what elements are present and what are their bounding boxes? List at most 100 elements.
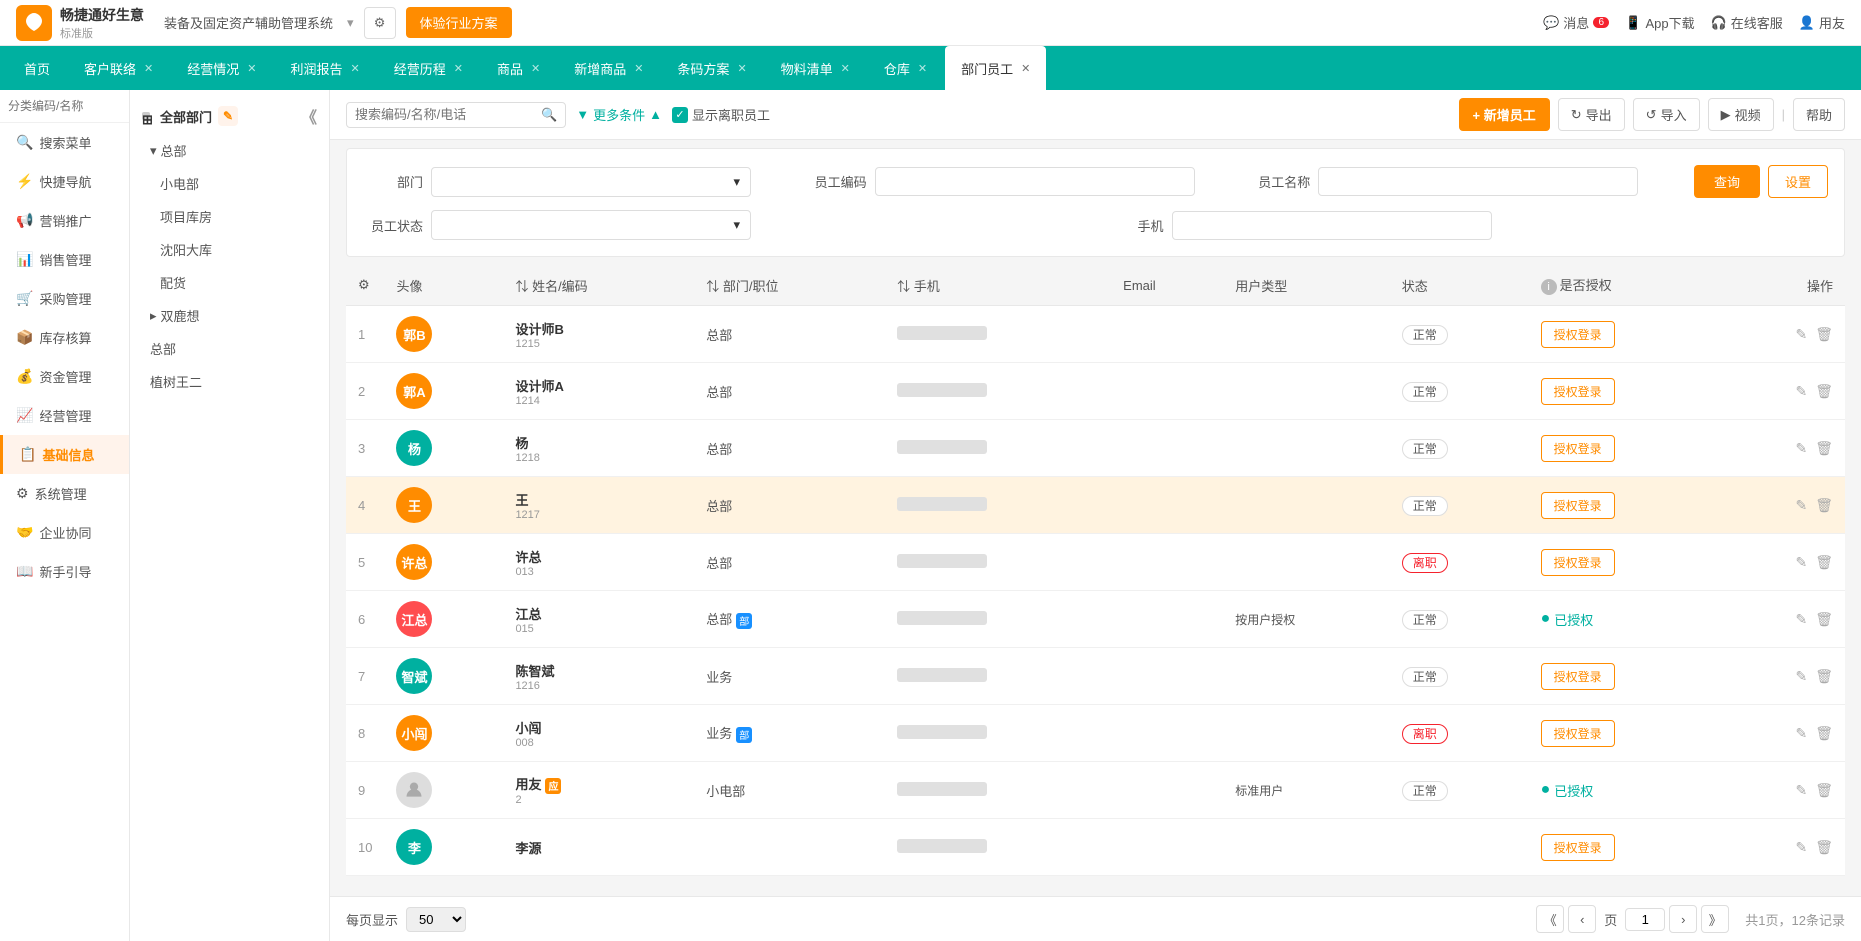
view-button[interactable]: ▶ 视频: [1708, 98, 1774, 131]
import-button[interactable]: ↺ 导入: [1633, 98, 1700, 131]
help-button[interactable]: 帮助: [1793, 98, 1845, 131]
employee-code-input[interactable]: [875, 167, 1195, 196]
edit-icon[interactable]: ✎: [1795, 497, 1807, 514]
edit-icon[interactable]: ✎: [1795, 383, 1807, 400]
nav-tab-products[interactable]: 商品 ✕: [481, 46, 556, 90]
close-icon[interactable]: ✕: [841, 62, 850, 75]
user-avatar[interactable]: 👤 用友: [1799, 13, 1845, 32]
close-icon[interactable]: ✕: [144, 62, 153, 75]
delete-icon[interactable]: 🗑: [1815, 497, 1833, 514]
close-icon[interactable]: ✕: [531, 62, 540, 75]
dept-collapse-icon[interactable]: 《: [301, 104, 317, 128]
close-icon[interactable]: ✕: [918, 62, 927, 75]
dept-tree-item-peihuo[interactable]: 配货: [130, 266, 329, 299]
dept-tree-item-projectroom[interactable]: 项目库房: [130, 200, 329, 233]
nav-tab-barcode[interactable]: 条码方案 ✕: [661, 46, 762, 90]
prev-page-button[interactable]: ‹: [1568, 905, 1596, 933]
app-download-button[interactable]: 📱 App下载: [1625, 13, 1694, 32]
sidebar-item-search[interactable]: 🔍 搜索菜单: [0, 123, 129, 162]
delete-icon[interactable]: 🗑: [1815, 839, 1833, 856]
sidebar-item-finance[interactable]: 💰 资金管理: [0, 357, 129, 396]
dept-tree-item-general[interactable]: ▾ 总部: [130, 134, 329, 167]
online-service-button[interactable]: 🎧 在线客服: [1711, 13, 1783, 32]
first-page-button[interactable]: 《: [1536, 905, 1564, 933]
name-col-header[interactable]: ⇅ 姓名/编码: [503, 265, 694, 306]
next-page-button[interactable]: ›: [1669, 905, 1697, 933]
close-icon[interactable]: ✕: [1021, 62, 1030, 75]
authorize-button[interactable]: 授权登录: [1541, 663, 1615, 690]
delete-icon[interactable]: 🗑: [1815, 668, 1833, 685]
nav-tab-history[interactable]: 经营历程 ✕: [378, 46, 479, 90]
nav-tab-home[interactable]: 首页: [8, 46, 66, 90]
message-button[interactable]: 💬 消息 6: [1543, 13, 1609, 32]
last-page-button[interactable]: 》: [1701, 905, 1729, 933]
edit-icon[interactable]: ✎: [1795, 725, 1807, 742]
close-icon[interactable]: ✕: [454, 62, 463, 75]
edit-icon[interactable]: ✎: [1795, 782, 1807, 799]
export-button[interactable]: ↻ 导出: [1558, 98, 1625, 131]
edit-icon[interactable]: ✎: [1795, 839, 1807, 856]
status-filter-select[interactable]: ▾: [431, 210, 751, 240]
authorize-button[interactable]: 授权登录: [1541, 834, 1615, 861]
dept-add-icon[interactable]: ✎: [218, 106, 238, 126]
delete-icon[interactable]: 🗑: [1815, 725, 1833, 742]
authorize-button[interactable]: 授权登录: [1541, 435, 1615, 462]
edit-icon[interactable]: ✎: [1795, 668, 1807, 685]
sidebar-item-system[interactable]: ⚙ 系统管理: [0, 474, 129, 513]
close-icon[interactable]: ✕: [634, 62, 643, 75]
edit-icon[interactable]: ✎: [1795, 611, 1807, 628]
add-employee-button[interactable]: + 新增员工: [1459, 98, 1550, 131]
trial-button[interactable]: 体验行业方案: [406, 7, 512, 38]
show-resigned-toggle[interactable]: ✓ 显示离职员工: [672, 105, 770, 124]
phone-col-header[interactable]: ⇅ 手机: [885, 265, 1111, 306]
dept-tree-item-zongbu[interactable]: 总部: [130, 332, 329, 365]
dept-tree-item-shuanglu[interactable]: ▸ 双鹿想: [130, 299, 329, 332]
sidebar-item-inventory[interactable]: 📦 库存核算: [0, 318, 129, 357]
dept-col-header[interactable]: ⇅ 部门/职位: [694, 265, 885, 306]
delete-icon[interactable]: 🗑: [1815, 782, 1833, 799]
nav-tab-warehouse[interactable]: 仓库 ✕: [868, 46, 943, 90]
sidebar-item-enterprise[interactable]: 🤝 企业协同: [0, 513, 129, 552]
dept-tree-item-shenyang[interactable]: 沈阳大库: [130, 233, 329, 266]
close-icon[interactable]: ✕: [351, 62, 360, 75]
authorize-button[interactable]: 授权登录: [1541, 720, 1615, 747]
sidebar-search-input[interactable]: [8, 99, 130, 113]
settings-button[interactable]: ⚙: [364, 7, 396, 39]
sidebar-item-marketing[interactable]: 📢 营销推广: [0, 201, 129, 240]
close-icon[interactable]: ✕: [247, 62, 256, 75]
nav-tab-profit[interactable]: 利润报告 ✕: [274, 46, 375, 90]
edit-icon[interactable]: ✎: [1795, 326, 1807, 343]
sidebar-item-sales[interactable]: 📊 销售管理: [0, 240, 129, 279]
delete-icon[interactable]: 🗑: [1815, 554, 1833, 571]
query-button[interactable]: 查询: [1694, 165, 1760, 198]
page-input[interactable]: [1625, 908, 1665, 931]
edit-icon[interactable]: ✎: [1795, 440, 1807, 457]
employee-name-input[interactable]: [1318, 167, 1638, 196]
sidebar-item-basic-info[interactable]: 📋 基础信息: [0, 435, 129, 474]
sidebar-item-quick-nav[interactable]: ⚡ 快捷导航: [0, 162, 129, 201]
search-input[interactable]: [355, 107, 535, 122]
per-page-select[interactable]: 50 100 200: [406, 907, 466, 932]
delete-icon[interactable]: 🗑: [1815, 383, 1833, 400]
nav-tab-department[interactable]: 部门员工 ✕: [945, 46, 1046, 90]
authorize-button[interactable]: 授权登录: [1541, 549, 1615, 576]
search-btn-icon[interactable]: 🔍: [541, 107, 557, 123]
delete-icon[interactable]: 🗑: [1815, 440, 1833, 457]
dept-filter-select[interactable]: ▾: [431, 167, 751, 197]
authorize-button[interactable]: 授权登录: [1541, 378, 1615, 405]
nav-tab-operation[interactable]: 经营情况 ✕: [171, 46, 272, 90]
authorize-button[interactable]: 授权登录: [1541, 492, 1615, 519]
sidebar-item-purchase[interactable]: 🛒 采购管理: [0, 279, 129, 318]
more-conditions-button[interactable]: ▼ 更多条件 ▲: [576, 105, 662, 124]
delete-icon[interactable]: 🗑: [1815, 611, 1833, 628]
nav-tab-customer[interactable]: 客户联络 ✕: [68, 46, 169, 90]
settings-col-header[interactable]: ⚙: [346, 265, 384, 306]
set-button[interactable]: 设置: [1768, 165, 1828, 198]
close-icon[interactable]: ✕: [737, 62, 746, 75]
authorize-button[interactable]: 授权登录: [1541, 321, 1615, 348]
nav-tab-bom[interactable]: 物料清单 ✕: [765, 46, 866, 90]
sidebar-item-guide[interactable]: 📖 新手引导: [0, 552, 129, 591]
delete-icon[interactable]: 🗑: [1815, 326, 1833, 343]
edit-icon[interactable]: ✎: [1795, 554, 1807, 571]
dept-tree-item-xiaodibu[interactable]: 小电部: [130, 167, 329, 200]
